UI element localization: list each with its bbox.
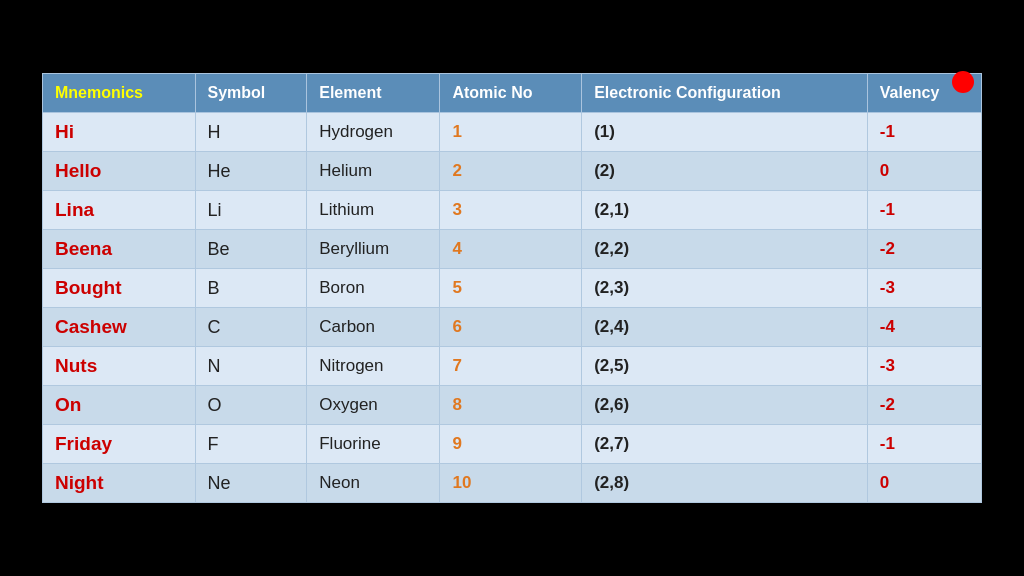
cell-atomic: 1 — [440, 113, 582, 152]
col-header-element: Element — [307, 74, 440, 113]
cell-symbol: B — [195, 269, 307, 308]
cell-symbol: H — [195, 113, 307, 152]
table-header-row: Mnemonics Symbol Element Atomic No Elect… — [43, 74, 982, 113]
cell-symbol: O — [195, 386, 307, 425]
table-row: OnOOxygen8(2,6)-2 — [43, 386, 982, 425]
table-row: HelloHeHelium2(2)0 — [43, 152, 982, 191]
cell-atomic: 9 — [440, 425, 582, 464]
cell-atomic: 3 — [440, 191, 582, 230]
cell-config: (2,2) — [582, 230, 868, 269]
cell-valency: -4 — [867, 308, 981, 347]
cell-atomic: 4 — [440, 230, 582, 269]
col-header-symbol: Symbol — [195, 74, 307, 113]
table-row: HiHHydrogen1(1)-1 — [43, 113, 982, 152]
cell-symbol: Li — [195, 191, 307, 230]
page-container: Mnemonics Symbol Element Atomic No Elect… — [22, 63, 1002, 513]
cell-mnemonic: Hi — [43, 113, 196, 152]
cell-valency: -1 — [867, 191, 981, 230]
cell-atomic: 5 — [440, 269, 582, 308]
cell-valency: -1 — [867, 113, 981, 152]
col-header-atomic: Atomic No — [440, 74, 582, 113]
cell-mnemonic: Night — [43, 464, 196, 503]
cell-mnemonic: Lina — [43, 191, 196, 230]
cell-valency: -2 — [867, 230, 981, 269]
cell-mnemonic: Nuts — [43, 347, 196, 386]
cell-element: Helium — [307, 152, 440, 191]
cell-valency: -2 — [867, 386, 981, 425]
table-row: NightNeNeon10(2,8)0 — [43, 464, 982, 503]
cell-config: (2,5) — [582, 347, 868, 386]
table-row: BeenaBeBeryllium4(2,2)-2 — [43, 230, 982, 269]
cell-config: (2,1) — [582, 191, 868, 230]
cell-config: (2) — [582, 152, 868, 191]
cell-symbol: F — [195, 425, 307, 464]
cell-atomic: 10 — [440, 464, 582, 503]
cell-mnemonic: Bought — [43, 269, 196, 308]
elements-table: Mnemonics Symbol Element Atomic No Elect… — [42, 73, 982, 503]
cell-element: Boron — [307, 269, 440, 308]
cell-element: Carbon — [307, 308, 440, 347]
cell-element: Lithium — [307, 191, 440, 230]
cell-mnemonic: Hello — [43, 152, 196, 191]
cell-element: Fluorine — [307, 425, 440, 464]
table-row: FridayFFluorine9(2,7)-1 — [43, 425, 982, 464]
cell-atomic: 2 — [440, 152, 582, 191]
cell-valency: -1 — [867, 425, 981, 464]
cell-element: Beryllium — [307, 230, 440, 269]
cell-mnemonic: Beena — [43, 230, 196, 269]
cell-valency: 0 — [867, 464, 981, 503]
cell-atomic: 7 — [440, 347, 582, 386]
table-row: NutsNNitrogen7(2,5)-3 — [43, 347, 982, 386]
cell-symbol: C — [195, 308, 307, 347]
cell-mnemonic: On — [43, 386, 196, 425]
cell-config: (2,4) — [582, 308, 868, 347]
cell-valency: -3 — [867, 269, 981, 308]
cell-symbol: N — [195, 347, 307, 386]
cell-symbol: Be — [195, 230, 307, 269]
cell-config: (1) — [582, 113, 868, 152]
table-wrapper: Mnemonics Symbol Element Atomic No Elect… — [22, 63, 1002, 513]
cell-atomic: 6 — [440, 308, 582, 347]
cell-element: Hydrogen — [307, 113, 440, 152]
cell-atomic: 8 — [440, 386, 582, 425]
cell-mnemonic: Cashew — [43, 308, 196, 347]
cell-element: Oxygen — [307, 386, 440, 425]
cell-element: Neon — [307, 464, 440, 503]
col-header-config: Electronic Configuration — [582, 74, 868, 113]
cell-symbol: Ne — [195, 464, 307, 503]
cell-element: Nitrogen — [307, 347, 440, 386]
cell-config: (2,3) — [582, 269, 868, 308]
cell-config: (2,7) — [582, 425, 868, 464]
table-row: CashewCCarbon6(2,4)-4 — [43, 308, 982, 347]
red-dot-indicator — [952, 71, 974, 93]
cell-symbol: He — [195, 152, 307, 191]
cell-valency: -3 — [867, 347, 981, 386]
cell-mnemonic: Friday — [43, 425, 196, 464]
cell-valency: 0 — [867, 152, 981, 191]
cell-config: (2,6) — [582, 386, 868, 425]
table-row: LinaLiLithium3(2,1)-1 — [43, 191, 982, 230]
col-header-mnemonics: Mnemonics — [43, 74, 196, 113]
table-row: BoughtBBoron5(2,3)-3 — [43, 269, 982, 308]
cell-config: (2,8) — [582, 464, 868, 503]
